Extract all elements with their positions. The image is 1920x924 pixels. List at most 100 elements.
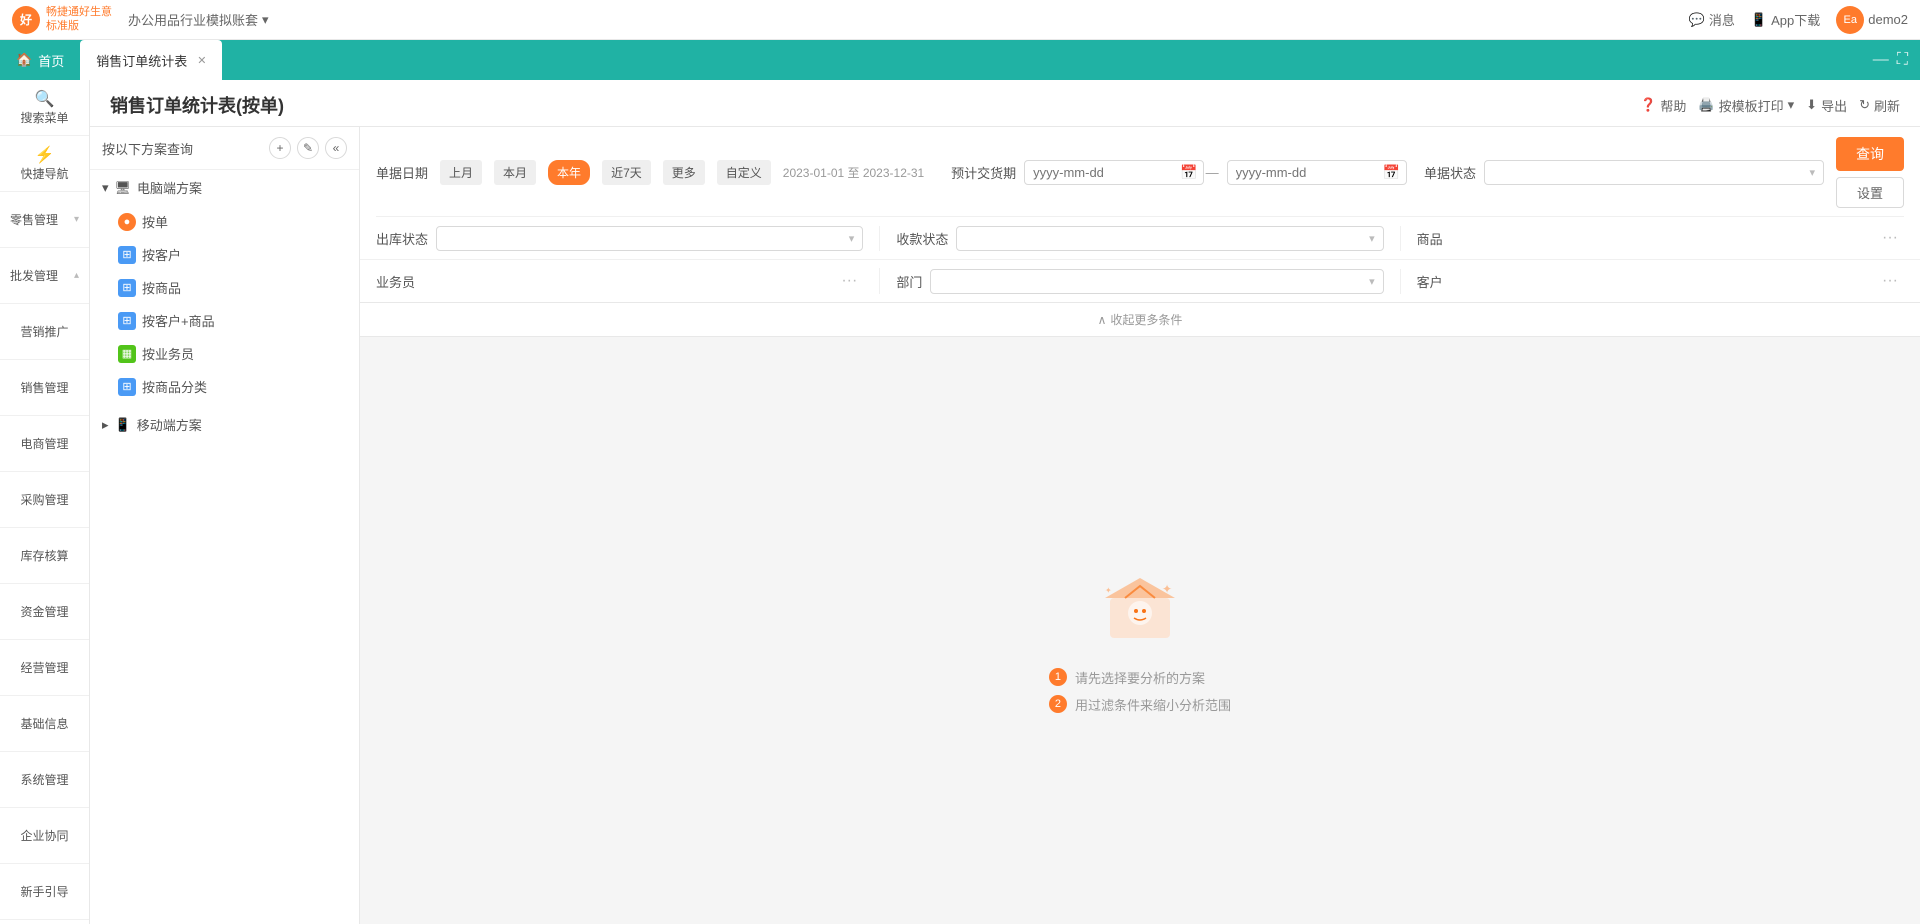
customer-more-button[interactable]: ··· [1876, 268, 1904, 294]
topbar: 好 畅捷通好生意 标准版 办公用品行业模拟账套 ▾ 💬 消息 📱 App下载 E… [0, 0, 1920, 40]
message-button[interactable]: 💬 消息 [1689, 10, 1735, 29]
customer-icon: ⊞ [118, 246, 136, 264]
tree-item-by-salesperson[interactable]: ▦ 按业务员 [90, 337, 359, 370]
sidebar-item-search[interactable]: 🔍 搜索菜单 [0, 80, 89, 136]
tree-mobile-group[interactable]: ▸ 📱 移动端方案 [90, 407, 359, 442]
empty-state: ✦ ✦ 1 请先选择要分析的方案 2 用过滤条件来缩小分析范围 [360, 337, 1920, 924]
avatar: Ea [1836, 6, 1864, 34]
sidebar-item-marketing[interactable]: 营销推广 [0, 304, 89, 360]
export-button[interactable]: ⬇ 导出 [1806, 96, 1847, 115]
tree-item-by-customer[interactable]: ⊞ 按客户 [90, 238, 359, 271]
split-layout: 按以下方案查询 + ✎ « ▾ 🖥 电脑端方案 ● 按单 [90, 127, 1920, 924]
tree-item-by-customer-product[interactable]: ⊞ 按客户+商品 [90, 304, 359, 337]
sidebar-item-basics[interactable]: 基础信息 [0, 696, 89, 752]
content: 销售订单统计表(按单) ❓ 帮助 🖨️ 按模板打印 ▾ ⬇ 导出 ↻ 刷新 [90, 80, 1920, 924]
app-download-button[interactable]: 📱 App下载 [1751, 10, 1820, 29]
query-buttons: 查询 设置 [1836, 137, 1904, 208]
tab-sales-stat[interactable]: 销售订单统计表 ✕ [80, 40, 222, 80]
sidebar-item-newbie[interactable]: 新手引导 [0, 864, 89, 920]
date-btn-7days[interactable]: 近7天 [602, 160, 651, 185]
chevron-down-icon: ▾ [102, 180, 109, 196]
settings-button[interactable]: 设置 [1836, 177, 1904, 208]
order-icon: ● [118, 213, 136, 231]
customer-product-icon: ⊞ [118, 312, 136, 330]
help-button[interactable]: ❓ 帮助 [1640, 96, 1686, 115]
sidebar-item-app-center[interactable]: 应用中心 [0, 920, 89, 924]
delivery-status-select[interactable]: ▾ [436, 226, 863, 251]
sidebar-item-quick-nav[interactable]: ⚡ 快捷导航 [0, 136, 89, 192]
add-scheme-button[interactable]: + [269, 137, 291, 159]
department-select[interactable]: ▾ [930, 269, 1383, 294]
tip-num-2: 2 [1049, 695, 1067, 713]
sidebar-item-inventory[interactable]: 库存核算 [0, 528, 89, 584]
chevron-down-icon: ▾ [262, 12, 269, 28]
sidebar-item-finance[interactable]: 资金管理 [0, 584, 89, 640]
product-more-button[interactable]: ··· [1876, 225, 1904, 251]
sidebar-item-wholesale[interactable]: 批发管理 ▴ [0, 248, 89, 304]
delivery-status-label: 出库状态 [376, 229, 428, 248]
payment-status-select[interactable]: ▾ [956, 226, 1383, 251]
edit-scheme-button[interactable]: ✎ [297, 137, 319, 159]
tip-num-1: 1 [1049, 668, 1067, 686]
refresh-button[interactable]: ↻ 刷新 [1859, 96, 1900, 115]
svg-text:✦: ✦ [1162, 582, 1172, 596]
logo-area: 好 畅捷通好生意 标准版 [12, 6, 112, 34]
search-icon: 🔍 [35, 89, 55, 109]
chevron-down-icon: ▾ [1809, 166, 1815, 179]
tree-item-by-order[interactable]: ● 按单 [90, 205, 359, 238]
tab-close-icon[interactable]: ✕ [197, 54, 206, 67]
empty-tip-2: 2 用过滤条件来缩小分析范围 [1049, 695, 1231, 714]
sidebar-item-retail[interactable]: 零售管理 ▾ [0, 192, 89, 248]
collapse-button[interactable]: ∧ 收起更多条件 [1098, 311, 1183, 328]
salesperson-label: 业务员 [376, 272, 415, 291]
tree-item-by-product[interactable]: ⊞ 按商品 [90, 271, 359, 304]
mobile-icon: 📱 [115, 417, 131, 433]
chevron-down-icon: ▾ [1788, 97, 1795, 113]
sidebar-item-enterprise[interactable]: 企业协同 [0, 808, 89, 864]
date-btn-last-month[interactable]: 上月 [440, 160, 482, 185]
help-icon: ❓ [1640, 97, 1656, 113]
date-btn-more[interactable]: 更多 [663, 160, 705, 185]
chevron-down-icon: ▾ [1369, 232, 1375, 245]
sidebar-item-purchase[interactable]: 采购管理 [0, 472, 89, 528]
delivery-date-start[interactable] [1024, 160, 1204, 185]
maximize-icon[interactable]: ⛶ [1897, 51, 1908, 69]
tree-item-by-product-category[interactable]: ⊞ 按商品分类 [90, 370, 359, 403]
refresh-icon: ↻ [1859, 97, 1870, 113]
product-label: 商品 [1417, 229, 1443, 248]
left-panel: 按以下方案查询 + ✎ « ▾ 🖥 电脑端方案 ● 按单 [90, 127, 360, 924]
collapse-bar[interactable]: ∧ 收起更多条件 [360, 303, 1920, 337]
date-btn-custom[interactable]: 自定义 [717, 160, 771, 185]
app-selector[interactable]: 办公用品行业模拟账套 ▾ [120, 6, 277, 33]
topbar-left: 好 畅捷通好生意 标准版 办公用品行业模拟账套 ▾ [12, 6, 277, 34]
page-title: 销售订单统计表(按单) [110, 92, 284, 118]
print-button[interactable]: 🖨️ 按模板打印 ▾ [1698, 96, 1794, 115]
collapse-panel-button[interactable]: « [325, 137, 347, 159]
date-dash: — [1206, 165, 1219, 180]
delivery-date-label: 预计交货期 [951, 163, 1016, 182]
sidebar-item-sales[interactable]: 销售管理 [0, 360, 89, 416]
export-icon: ⬇ [1806, 97, 1817, 113]
salesperson-more-button[interactable]: ··· [835, 268, 863, 294]
sidebar-item-operations[interactable]: 经营管理 [0, 640, 89, 696]
sidebar-item-system[interactable]: 系统管理 [0, 752, 89, 808]
user-menu[interactable]: Ea demo2 [1836, 6, 1908, 34]
date-filter-label: 单据日期 [376, 163, 428, 182]
main-layout: 🔍 搜索菜单 ⚡ 快捷导航 零售管理 ▾ 批发管理 ▴ 营销推广 销售管理 电商… [0, 80, 1920, 924]
minimize-icon[interactable]: — [1873, 51, 1889, 69]
chevron-down-icon: ▾ [849, 232, 855, 245]
logo-icon: 好 [12, 6, 40, 34]
tree-pc-group[interactable]: ▾ 🖥 电脑端方案 [90, 170, 359, 205]
page-actions: ❓ 帮助 🖨️ 按模板打印 ▾ ⬇ 导出 ↻ 刷新 [1640, 96, 1900, 115]
delivery-date-end[interactable] [1227, 160, 1407, 185]
date-btn-this-year[interactable]: 本年 [548, 160, 590, 185]
tab-home[interactable]: 🏠 首页 [0, 40, 80, 80]
home-icon: 🏠 [16, 52, 32, 68]
date-btn-this-month[interactable]: 本月 [494, 160, 536, 185]
date-range-display: 2023-01-01 至 2023-12-31 [783, 164, 924, 181]
order-status-select[interactable]: ▾ [1484, 160, 1824, 185]
message-icon: 💬 [1689, 12, 1705, 28]
sidebar-item-ecommerce[interactable]: 电商管理 [0, 416, 89, 472]
query-button[interactable]: 查询 [1836, 137, 1904, 171]
chevron-up-icon: ▴ [74, 270, 79, 281]
